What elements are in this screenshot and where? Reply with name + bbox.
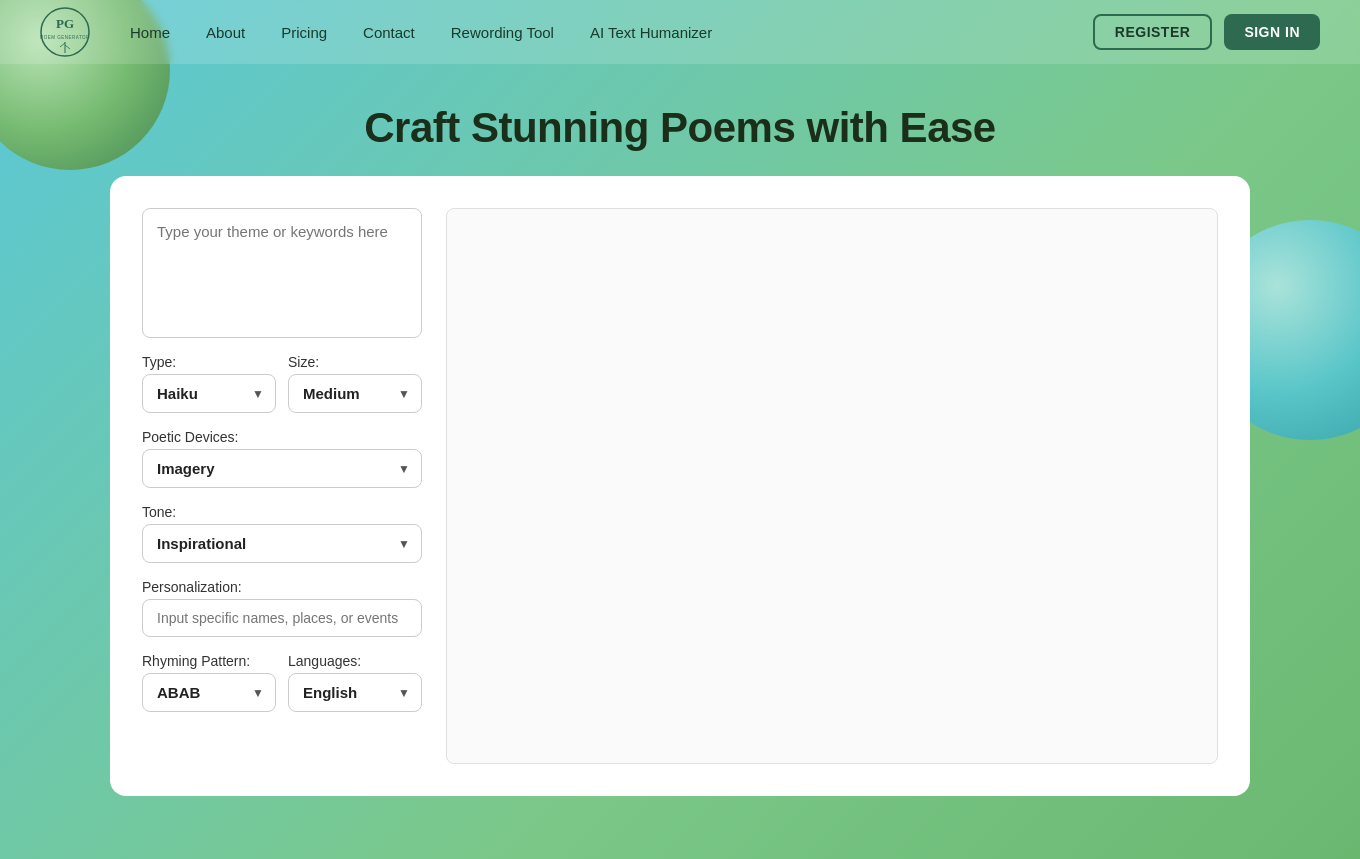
svg-line-4 — [60, 43, 65, 47]
output-panel — [446, 208, 1218, 764]
register-button[interactable]: REGISTER — [1093, 14, 1213, 50]
nav-actions: REGISTER SIGN IN — [1093, 14, 1320, 50]
nav-home[interactable]: Home — [130, 24, 170, 41]
left-panel: Type: Haiku Sonnet Free Verse Limerick O… — [142, 208, 422, 764]
rhyming-languages-row: Rhyming Pattern: ABAB AABB None ▼ Langua… — [142, 653, 422, 712]
poetic-devices-field-group: Poetic Devices: Imagery Metaphor Alliter… — [142, 429, 422, 488]
hero-section: Craft Stunning Poems with Ease — [0, 64, 1360, 176]
rhyming-select[interactable]: ABAB AABB None — [142, 673, 276, 712]
nav-about[interactable]: About — [206, 24, 245, 41]
personalization-input[interactable] — [142, 599, 422, 637]
navbar: PG POEM GENERATOR Home About Pricing Con… — [0, 0, 1360, 64]
type-select-wrapper: Haiku Sonnet Free Verse Limerick Ode ▼ — [142, 374, 276, 413]
rhyming-field-group: Rhyming Pattern: ABAB AABB None ▼ — [142, 653, 276, 712]
type-field-group: Type: Haiku Sonnet Free Verse Limerick O… — [142, 354, 276, 413]
nav-contact[interactable]: Contact — [363, 24, 415, 41]
languages-field-group: Languages: English Spanish French German… — [288, 653, 422, 712]
languages-select-wrapper: English Spanish French German Italian ▼ — [288, 673, 422, 712]
theme-textarea[interactable] — [142, 208, 422, 338]
nav-rewording[interactable]: Rewording Tool — [451, 24, 554, 41]
rhyming-select-wrapper: ABAB AABB None ▼ — [142, 673, 276, 712]
size-label: Size: — [288, 354, 422, 370]
svg-text:PG: PG — [56, 16, 74, 31]
hero-title: Craft Stunning Poems with Ease — [20, 104, 1340, 152]
nav-humanizer[interactable]: AI Text Humanizer — [590, 24, 712, 41]
type-select[interactable]: Haiku Sonnet Free Verse Limerick Ode — [142, 374, 276, 413]
rhyming-label: Rhyming Pattern: — [142, 653, 276, 669]
tone-label: Tone: — [142, 504, 422, 520]
tone-field-group: Tone: Inspirational Romantic Sad Humorou… — [142, 504, 422, 563]
nav-links: Home About Pricing Contact Rewording Too… — [130, 24, 1093, 41]
svg-line-5 — [65, 45, 70, 49]
languages-label: Languages: — [288, 653, 422, 669]
personalization-field-group: Personalization: — [142, 579, 422, 637]
personalization-label: Personalization: — [142, 579, 422, 595]
main-card: Type: Haiku Sonnet Free Verse Limerick O… — [110, 176, 1250, 796]
signin-button[interactable]: SIGN IN — [1224, 14, 1320, 50]
languages-select[interactable]: English Spanish French German Italian — [288, 673, 422, 712]
size-select-wrapper: Small Medium Large ▼ — [288, 374, 422, 413]
logo: PG POEM GENERATOR — [40, 7, 90, 57]
size-select[interactable]: Small Medium Large — [288, 374, 422, 413]
svg-text:POEM GENERATOR: POEM GENERATOR — [40, 35, 90, 40]
poetic-devices-label: Poetic Devices: — [142, 429, 422, 445]
poetic-devices-select[interactable]: Imagery Metaphor Alliteration Rhyme Symb… — [142, 449, 422, 488]
type-label: Type: — [142, 354, 276, 370]
poetic-devices-select-wrapper: Imagery Metaphor Alliteration Rhyme Symb… — [142, 449, 422, 488]
tone-select[interactable]: Inspirational Romantic Sad Humorous Nost… — [142, 524, 422, 563]
tone-select-wrapper: Inspirational Romantic Sad Humorous Nost… — [142, 524, 422, 563]
type-size-row: Type: Haiku Sonnet Free Verse Limerick O… — [142, 354, 422, 413]
logo-icon: PG POEM GENERATOR — [40, 7, 90, 57]
size-field-group: Size: Small Medium Large ▼ — [288, 354, 422, 413]
nav-pricing[interactable]: Pricing — [281, 24, 327, 41]
